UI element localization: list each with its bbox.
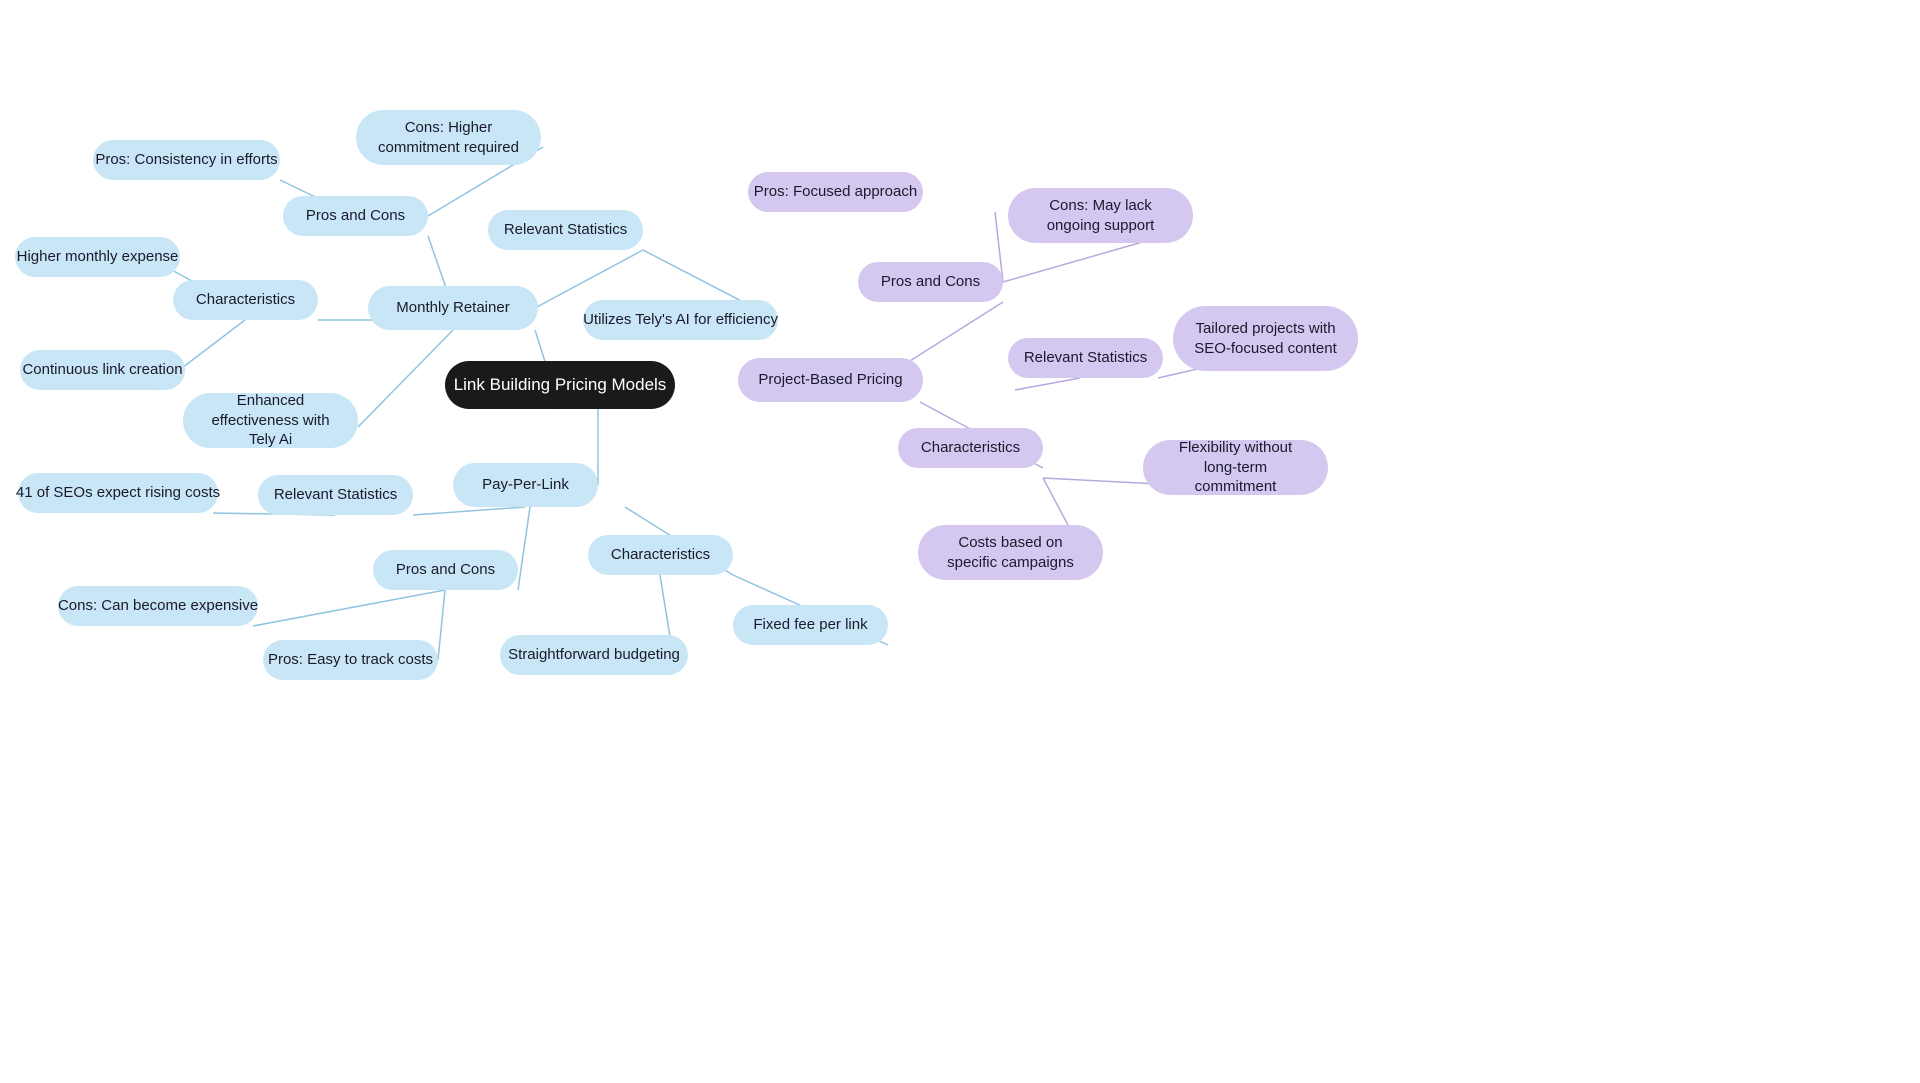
monthly-retainer-node[interactable]: Monthly Retainer: [368, 286, 538, 330]
project-based-node[interactable]: Project-Based Pricing: [738, 358, 923, 402]
pay-per-link-node[interactable]: Pay-Per-Link: [453, 463, 598, 507]
ppl-pros-easy-node[interactable]: Pros: Easy to track costs: [263, 640, 438, 680]
mr-pros-cons-node[interactable]: Pros and Cons: [283, 196, 428, 236]
mr-pros-consistency-node[interactable]: Pros: Consistency in efforts: [93, 140, 280, 180]
ppl-relevant-stats-node[interactable]: Relevant Statistics: [258, 475, 413, 515]
pb-cons-support-node[interactable]: Cons: May lack ongoing support: [1008, 188, 1193, 243]
pb-tailored-node[interactable]: Tailored projects with SEO-focused conte…: [1173, 306, 1358, 371]
ppl-straightforward-node[interactable]: Straightforward budgeting: [500, 635, 688, 675]
pb-costs-campaigns-node[interactable]: Costs based on specific campaigns: [918, 525, 1103, 580]
ppl-cons-expensive-node[interactable]: Cons: Can become expensive: [58, 586, 258, 626]
ppl-characteristics-node[interactable]: Characteristics: [588, 535, 733, 575]
mr-characteristics-node[interactable]: Characteristics: [173, 280, 318, 320]
mr-relevant-stats-node[interactable]: Relevant Statistics: [488, 210, 643, 250]
center-node[interactable]: Link Building Pricing Models: [445, 361, 675, 409]
mr-continuous-node[interactable]: Continuous link creation: [20, 350, 185, 390]
mr-higher-monthly-node[interactable]: Higher monthly expense: [15, 237, 180, 277]
pb-pros-cons-node[interactable]: Pros and Cons: [858, 262, 1003, 302]
mr-enhanced-node[interactable]: Enhanced effectiveness with Tely Ai: [183, 393, 358, 448]
pb-relevant-stats-node[interactable]: Relevant Statistics: [1008, 338, 1163, 378]
pb-flexibility-node[interactable]: Flexibility without long-term commitment: [1143, 440, 1328, 495]
pb-pros-focused-node[interactable]: Pros: Focused approach: [748, 172, 923, 212]
ppl-41-seos-node[interactable]: 41 of SEOs expect rising costs: [18, 473, 218, 513]
mr-utilizes-node[interactable]: Utilizes Tely's AI for efficiency: [583, 300, 778, 340]
ppl-fixed-fee-node[interactable]: Fixed fee per link: [733, 605, 888, 645]
pb-characteristics-node[interactable]: Characteristics: [898, 428, 1043, 468]
ppl-pros-cons-node[interactable]: Pros and Cons: [373, 550, 518, 590]
mr-cons-higher-node[interactable]: Cons: Higher commitment required: [356, 110, 541, 165]
